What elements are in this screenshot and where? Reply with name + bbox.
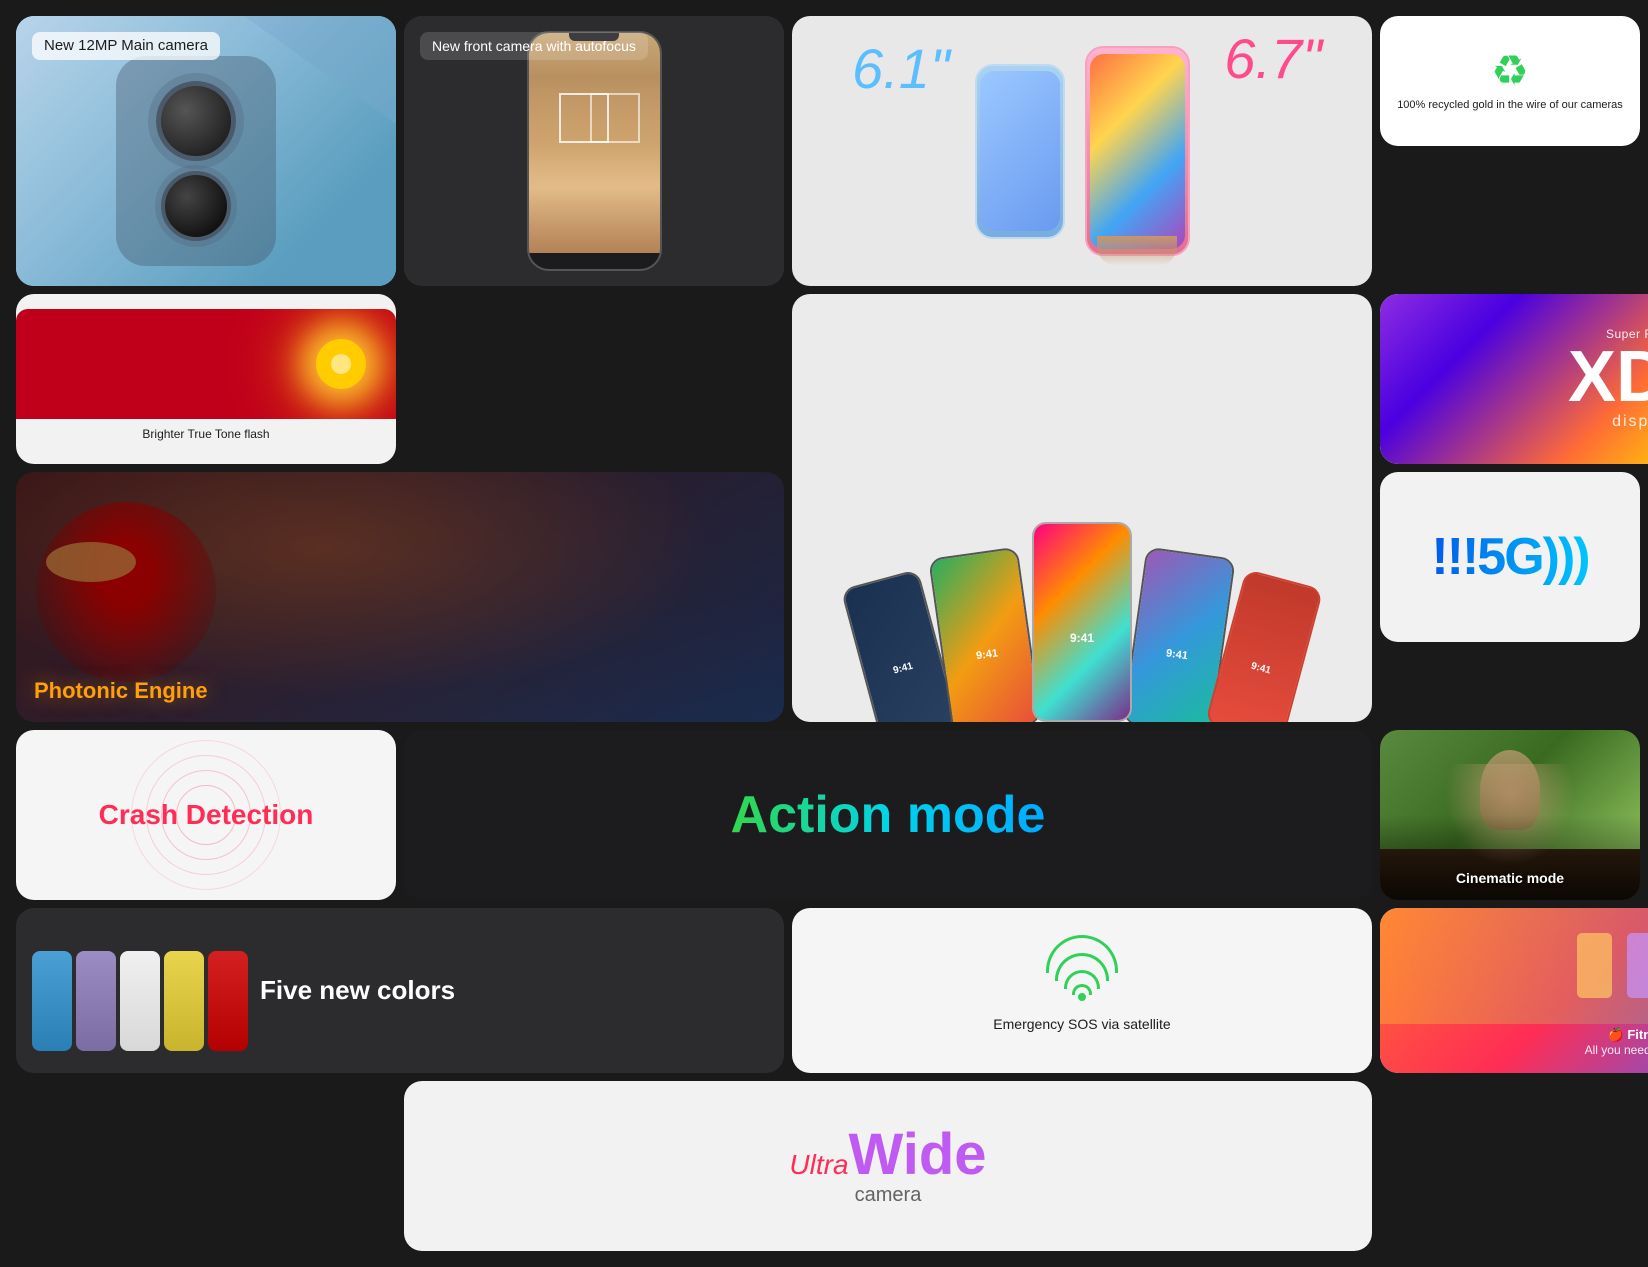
camera-card: New 12MP Main camera bbox=[16, 16, 396, 286]
cinematic-card: Cinematic mode bbox=[1380, 730, 1640, 900]
sizes-card: 6.1" 6.7" bbox=[792, 16, 1372, 286]
wide-text: Wide bbox=[849, 1126, 987, 1184]
phone4-time: 9:41 bbox=[1165, 647, 1188, 662]
xdr-card: Super Retina XDR display bbox=[1380, 294, 1648, 464]
phone5-time: 9:41 bbox=[1250, 661, 1272, 677]
flash-title: Brighter True Tone flash bbox=[142, 427, 269, 441]
action-mode-card: Action mode bbox=[404, 730, 1372, 900]
recycled-card: ♻ 100% recycled gold in the wire of our … bbox=[1380, 16, 1640, 146]
photonic-card: Photonic Engine bbox=[16, 472, 784, 722]
fitness-subtitle: All you need is iPhone bbox=[1585, 1043, 1648, 1057]
camera-title: New 12MP Main camera bbox=[32, 32, 220, 60]
phone1-time: 9:41 bbox=[892, 661, 914, 677]
size-label-small: 6.1" bbox=[852, 36, 950, 101]
xdr-main: XDR bbox=[1568, 341, 1648, 413]
camera-title-text: New 12MP Main camera bbox=[44, 37, 208, 54]
fitness-title: Fitness+ bbox=[1627, 1027, 1648, 1042]
crash-detection-card: Crash Detection bbox=[16, 730, 396, 900]
five-colors-card: Five new colors bbox=[16, 908, 784, 1073]
ultrawide-card: Ultra Wide camera bbox=[404, 1081, 1372, 1251]
xdr-display: display bbox=[1612, 413, 1648, 431]
camera-subtext: camera bbox=[855, 1184, 922, 1207]
fiveg-text: !!!5G))) bbox=[1431, 527, 1588, 587]
fiveg-card: !!!5G))) bbox=[1380, 472, 1640, 642]
front-camera-card: New front camera with autofocus bbox=[404, 16, 784, 286]
ultra-text: Ultra bbox=[789, 1149, 848, 1181]
action-title: Action mode bbox=[731, 785, 1046, 845]
crash-title: Crash Detection bbox=[99, 798, 314, 832]
front-camera-title-text: New front camera with autofocus bbox=[432, 37, 636, 55]
flash-card: Brighter True Tone flash bbox=[16, 294, 396, 464]
front-camera-title: New front camera with autofocus bbox=[420, 32, 648, 60]
five-colors-title: Five new colors bbox=[260, 975, 455, 1006]
cinematic-title: Cinematic mode bbox=[1456, 870, 1564, 886]
fitness-card: 🍎 Fitness+ All you need is iPhone bbox=[1380, 908, 1648, 1073]
photonic-title: Photonic Engine bbox=[34, 678, 208, 704]
recycle-icon: ♻ bbox=[1491, 50, 1529, 92]
fitness-logo: 🍎 Fitness+ bbox=[1608, 1027, 1648, 1043]
recycled-text: 100% recycled gold in the wire of our ca… bbox=[1397, 98, 1623, 112]
sos-title: Emergency SOS via satellite bbox=[993, 1015, 1170, 1033]
phone3-time: 9:41 bbox=[1070, 631, 1094, 645]
size-label-large: 6.7" bbox=[1224, 26, 1322, 91]
phone2-time: 9:41 bbox=[975, 647, 998, 662]
size2-text: 6.7" bbox=[1224, 27, 1322, 90]
size1-text: 6.1" bbox=[852, 37, 950, 100]
phones-card: 9:41 9:41 9:41 9:41 bbox=[792, 294, 1372, 722]
sos-card: Emergency SOS via satellite bbox=[792, 908, 1372, 1073]
